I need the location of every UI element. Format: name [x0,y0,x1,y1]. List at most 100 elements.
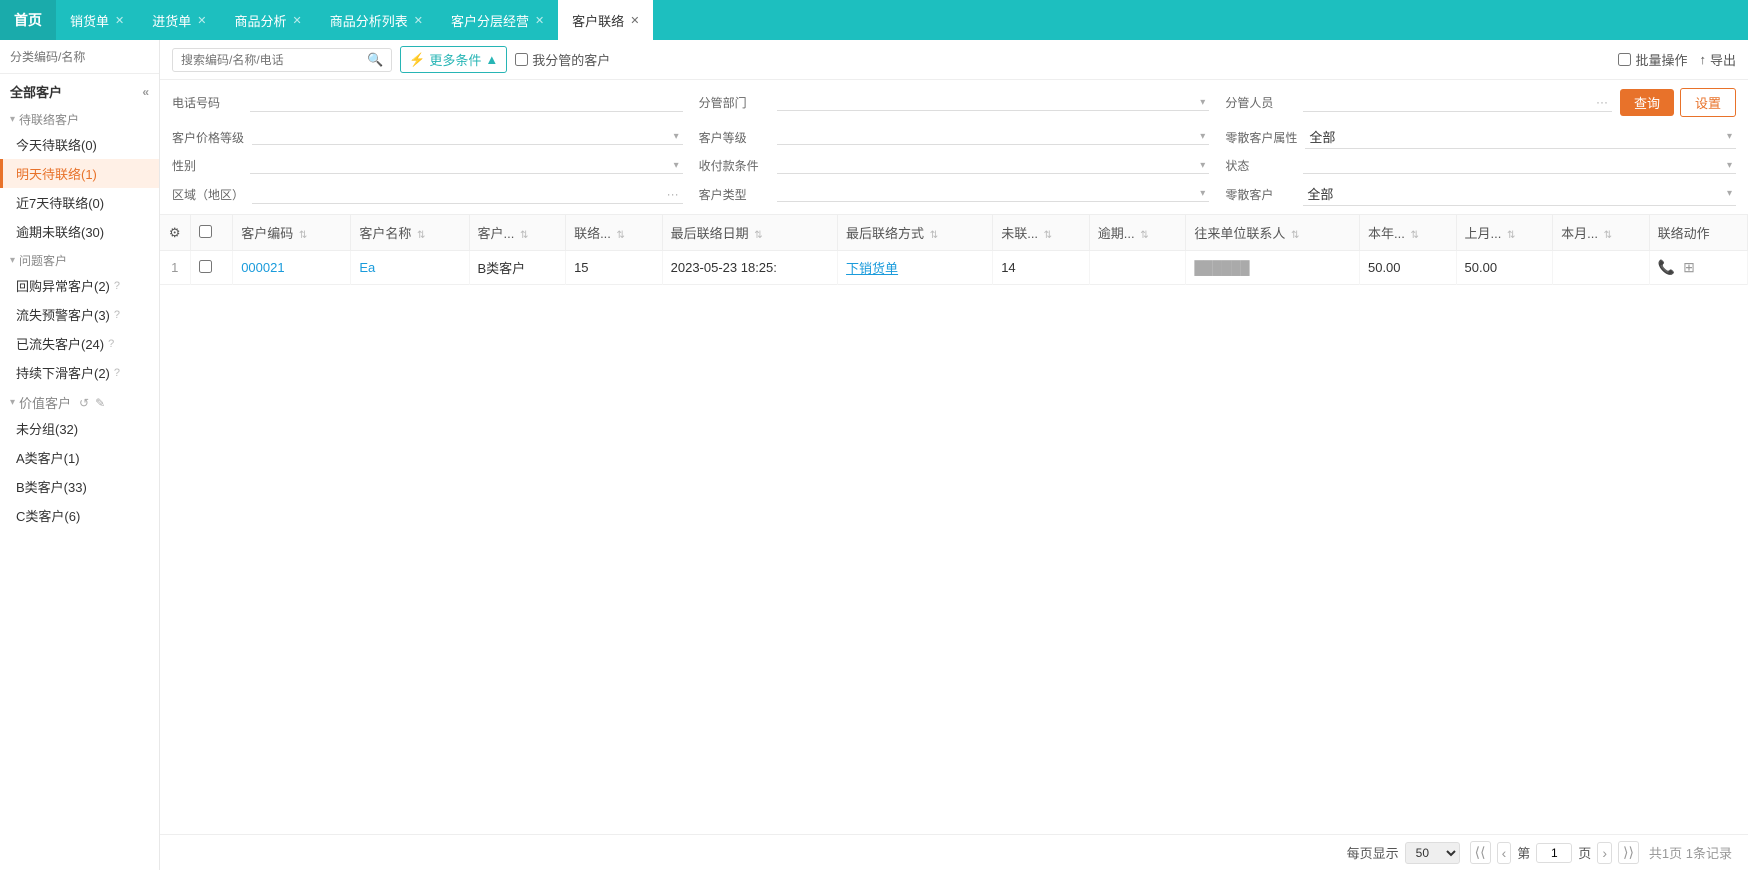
export-btn[interactable]: ↑ 导出 [1699,50,1736,69]
sidebar-item-repurchase-anomaly[interactable]: 回购异常客户(2) ? [0,271,159,300]
col-name-sort-icon[interactable]: ⇅ [417,230,425,241]
nav-purchase[interactable]: 进货单 ✕ [138,0,220,40]
filter-retail-cust-label: 零散客户 [1225,186,1295,203]
sidebar-item-7days[interactable]: 近7天待联络(0) [0,188,159,217]
sidebar-collapse-btn[interactable]: « [142,85,149,99]
sidebar-item-class-b[interactable]: B类客户(33) [0,472,159,501]
row-checkbox[interactable] [199,260,212,273]
sidebar-item-tomorrow[interactable]: 明天待联络(1) [0,159,159,188]
nav-purchase-close[interactable]: ✕ [197,14,206,27]
col-name: 客户名称 ⇅ [351,215,469,251]
set-btn[interactable]: 设置 [1680,88,1736,117]
dept-arrow-icon: ▾ [1200,97,1205,108]
col-code-sort-icon[interactable]: ⇅ [299,230,307,241]
col-class-sort-icon[interactable]: ⇅ [520,230,528,241]
batch-checkbox[interactable] [1618,53,1631,66]
col-contacts-person-sort-icon[interactable]: ⇅ [1291,230,1299,241]
first-page-btn[interactable]: ⟨⟨ [1470,841,1491,864]
col-uncontact-sort-icon[interactable]: ⇅ [1044,230,1052,241]
filter-dept-select[interactable]: ▾ [777,95,1210,111]
col-checkbox-header[interactable] [190,215,233,251]
filter-price-select[interactable]: ▾ [252,129,683,145]
page-number-input[interactable] [1536,843,1572,863]
sidebar-item-class-c[interactable]: C类客户(6) [0,501,159,530]
col-contact: 联络... ⇅ [566,215,663,251]
filter-cust-type-select[interactable]: ▾ [777,186,1210,202]
last-page-btn[interactable]: ⟩⟩ [1618,841,1639,864]
nav-sales-close[interactable]: ✕ [115,14,124,27]
filter-phone-input[interactable] [250,93,683,112]
filter-actions: 查询 设置 [1620,88,1736,117]
sidebar-search-input[interactable] [10,50,160,64]
my-customers-checkbox[interactable] [515,53,528,66]
select-all-checkbox[interactable] [199,225,212,238]
nav-customer-contact[interactable]: 客户联络 ✕ [558,0,653,40]
filter-person-select[interactable]: ··· [1303,93,1612,112]
value-group-refresh[interactable]: ↺ [79,396,89,410]
page-size-select[interactable]: 50 10 20 100 200 [1405,842,1460,864]
value-group-edit[interactable]: ✎ [95,396,105,410]
col-settings[interactable]: ⚙ [160,215,190,251]
col-contact-sort-icon[interactable]: ⇅ [617,230,625,241]
filter-gender-select[interactable]: ▾ [250,158,683,174]
row-num: 1 [160,251,190,285]
row-class: B类客户 [469,251,566,285]
sidebar-item-today[interactable]: 今天待联络(0) [0,130,159,159]
toolbar-search-icon[interactable]: 🔍 [367,52,383,68]
col-class: 客户... ⇅ [469,215,566,251]
my-customers-checkbox-label[interactable]: 我分管的客户 [515,50,610,69]
action-phone-icon[interactable]: 📞 [1658,259,1675,276]
filter-retail-cust-select[interactable]: 全部▾ [1303,182,1736,206]
col-this-year-sort-icon[interactable]: ⇅ [1410,230,1418,241]
col-code-label: 客户编码 [241,226,293,241]
query-btn[interactable]: 查询 [1620,89,1674,116]
footer-page-size: 每页显示 50 10 20 100 200 [1347,842,1460,864]
filter-region-select[interactable]: ··· [252,185,683,204]
sidebar-item-overdue[interactable]: 逾期未联络(30) [0,217,159,246]
next-page-btn[interactable]: › [1597,842,1612,864]
col-this-month-sort-icon[interactable]: ⇅ [1604,230,1612,241]
sidebar-item-class-a[interactable]: A类客户(1) [0,443,159,472]
filter-payment-select[interactable]: ▾ [777,158,1210,174]
all-customers-header[interactable]: 全部客户 « [0,74,159,105]
nav-customer-segment[interactable]: 客户分层经营 ✕ [437,0,558,40]
nav-home[interactable]: 首页 [0,0,56,40]
row-code[interactable]: 000021 [233,251,351,285]
nav-analysis-close[interactable]: ✕ [292,14,301,27]
col-last-date-sort-icon[interactable]: ⇅ [754,230,762,241]
col-this-year: 本年... ⇅ [1359,215,1456,251]
search-input[interactable] [181,53,361,67]
sidebar-item-ungrouped[interactable]: 未分组(32) [0,414,159,443]
filter-status-select[interactable]: ▾ [1303,158,1736,174]
sidebar-item-churn-warning[interactable]: 流失预警客户(3) ? [0,300,159,329]
sidebar: 🔍 全部客户 « 待联络客户 今天待联络(0) 明天待联络(1) 近7天待联络(… [0,40,160,870]
prev-page-btn[interactable]: ‹ [1497,842,1512,864]
row-last-method[interactable]: 下销货单 [838,251,993,285]
nav-analysis[interactable]: 商品分析 ✕ [220,0,315,40]
col-overdue-sort-icon[interactable]: ⇅ [1140,230,1148,241]
person-dotdot-icon[interactable]: ··· [1596,95,1608,109]
region-dotdot-icon[interactable]: ··· [667,187,679,201]
filter-phone-row: 电话号码 [172,88,683,117]
col-last-month-sort-icon[interactable]: ⇅ [1507,230,1515,241]
col-name-label: 客户名称 [359,226,411,241]
nav-customer-contact-close[interactable]: ✕ [630,14,639,27]
col-last-month-label: 上月... [1465,226,1502,241]
filter-retail-attr-select[interactable]: 全部▾ [1305,125,1736,149]
nav-analysis-list[interactable]: 商品分析列表 ✕ [316,0,437,40]
nav-customer-segment-close[interactable]: ✕ [535,14,544,27]
row-overdue [1089,251,1186,285]
sidebar-item-declining[interactable]: 持续下滑客户(2) ? [0,358,159,387]
sidebar-item-churned[interactable]: 已流失客户(24) ? [0,329,159,358]
action-grid-icon[interactable]: ⊞ [1683,259,1695,276]
row-checkbox-cell[interactable] [190,251,233,285]
batch-ops-btn[interactable]: 批量操作 [1618,50,1687,69]
customer-table: ⚙ 客户编码 ⇅ 客户名称 ⇅ 客户... ⇅ [160,215,1748,285]
col-last-method-sort-icon[interactable]: ⇅ [930,230,938,241]
nav-analysis-list-close[interactable]: ✕ [414,14,423,27]
more-filters-btn[interactable]: ⚡ 更多条件 ▲ [400,46,507,73]
row-name[interactable]: Ea [351,251,469,285]
nav-sales[interactable]: 销货单 ✕ [56,0,138,40]
sidebar-search-row: 🔍 [0,40,159,74]
filter-level-select[interactable]: ▾ [777,129,1210,145]
